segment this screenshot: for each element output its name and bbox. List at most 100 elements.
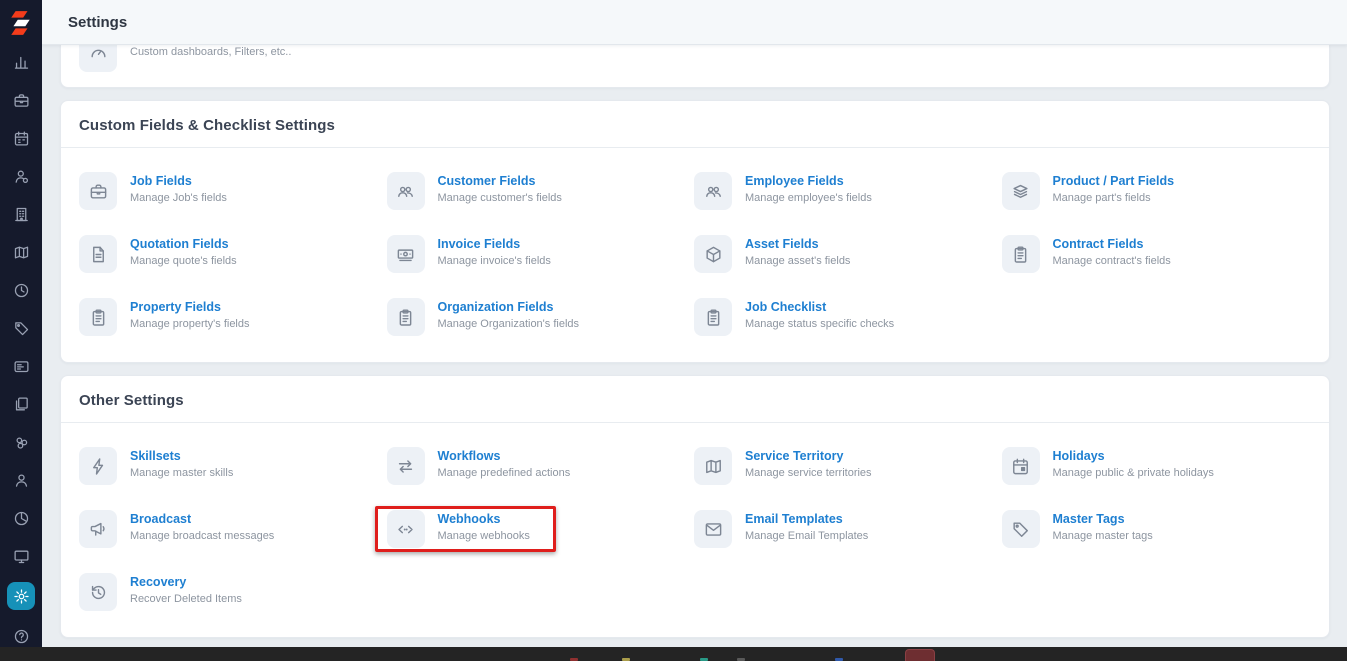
- sidebar-item-invoice-card[interactable]: [9, 354, 33, 378]
- divider: [61, 422, 1329, 423]
- settings-item-contract-fields[interactable]: Contract Fields Manage contract's fields: [1001, 235, 1310, 273]
- item-title-link[interactable]: Holidays: [1053, 447, 1214, 463]
- item-subtitle: Manage status specific checks: [745, 318, 895, 330]
- item-title-link[interactable]: Job Checklist: [745, 298, 894, 314]
- custom-fields-section-card: Custom Fields & Checklist Settings Job F…: [60, 100, 1330, 363]
- item-title-link[interactable]: Webhooks: [438, 510, 530, 526]
- settings-item-email-templates[interactable]: Email Templates Manage Email Templates: [694, 510, 1002, 548]
- sidebar-item-calendar[interactable]: [9, 126, 33, 150]
- sidebar-item-documents[interactable]: [9, 392, 33, 416]
- sidebar-item-tag[interactable]: [9, 316, 33, 340]
- settings-item-webhooks[interactable]: Webhooks Manage webhooks: [374, 506, 695, 552]
- map-icon: [13, 244, 30, 261]
- item-title-link[interactable]: Master Tags: [1053, 510, 1153, 526]
- invoice-card-icon: [13, 358, 30, 375]
- megaphone-icon: [79, 510, 117, 548]
- sidebar-item-clock[interactable]: [9, 278, 33, 302]
- page-title: Settings: [68, 13, 128, 31]
- app-logo[interactable]: [0, 0, 42, 46]
- item-text: Recovery Recover Deleted Items: [130, 573, 242, 605]
- header: Settings: [42, 0, 1347, 45]
- sidebar-item-help[interactable]: [9, 624, 33, 648]
- item-title-link[interactable]: Customer Fields: [438, 172, 562, 188]
- clipboard-icon: [386, 298, 425, 336]
- item-subtitle: Manage customer's fields: [437, 192, 562, 204]
- sidebar-item-timer[interactable]: [9, 506, 33, 530]
- layers-icon: [1001, 172, 1040, 210]
- item-subtitle: Manage webhooks: [437, 530, 530, 542]
- item-subtitle: Manage Email Templates: [745, 530, 869, 542]
- customer-icon: [13, 168, 30, 185]
- item-title-link[interactable]: Invoice Fields: [438, 235, 551, 251]
- settings-content[interactable]: Custom dashboards, Filters, etc.. Custom…: [42, 45, 1347, 647]
- item-text: Holidays Manage public & private holiday…: [1053, 447, 1214, 479]
- item-title-link[interactable]: Contract Fields: [1053, 235, 1171, 251]
- sidebar-item-building[interactable]: [9, 202, 33, 226]
- item-title-link[interactable]: Quotation Fields: [130, 235, 237, 251]
- settings-item-job-fields[interactable]: Job Fields Manage Job's fields: [79, 172, 387, 210]
- calendar-icon: [13, 130, 30, 147]
- settings-item-skillsets[interactable]: Skillsets Manage master skills: [79, 447, 387, 485]
- settings-item-quotation-fields[interactable]: Quotation Fields Manage quote's fields: [79, 235, 387, 273]
- monitor-icon: [13, 548, 30, 565]
- sidebar-item-monitor[interactable]: [9, 544, 33, 568]
- os-taskbar[interactable]: [0, 647, 1347, 661]
- item-title-link[interactable]: Employee Fields: [745, 172, 872, 188]
- item-title-link[interactable]: Asset Fields: [745, 235, 850, 251]
- settings-item-holidays[interactable]: Holidays Manage public & private holiday…: [1001, 447, 1310, 485]
- settings-item-asset-fields[interactable]: Asset Fields Manage asset's fields: [694, 235, 1002, 273]
- item-title-link[interactable]: Email Templates: [745, 510, 868, 526]
- settings-item-invoice-fields[interactable]: Invoice Fields Manage invoice's fields: [386, 235, 695, 273]
- item-title-link[interactable]: Property Fields: [130, 298, 250, 314]
- sidebar-item-user[interactable]: [9, 468, 33, 492]
- item-title-link[interactable]: Job Fields: [130, 172, 227, 188]
- sidebar-item-customer[interactable]: [9, 164, 33, 188]
- sidebar-item-parts[interactable]: [9, 430, 33, 454]
- settings-item-product-part-fields[interactable]: Product / Part Fields Manage part's fiel…: [1001, 172, 1310, 210]
- item-title-link[interactable]: Broadcast: [130, 510, 274, 526]
- section-title: Other Settings: [79, 392, 184, 409]
- clock-icon: [13, 282, 30, 299]
- sidebar-item-map[interactable]: [9, 240, 33, 264]
- timer-icon: [13, 510, 30, 527]
- tag-icon: [1001, 510, 1040, 548]
- settings-item-employee-fields[interactable]: Employee Fields Manage employee's fields: [694, 172, 1002, 210]
- item-title-link[interactable]: Product / Part Fields: [1053, 172, 1175, 188]
- settings-item-dashboards[interactable]: Custom dashboards, Filters, etc..: [61, 45, 1329, 72]
- sidebar-item-bar-chart[interactable]: [9, 50, 33, 74]
- settings-item-property-fields[interactable]: Property Fields Manage property's fields: [79, 298, 387, 336]
- sidebar-item-gear[interactable]: [7, 582, 35, 610]
- briefcase-icon: [13, 92, 30, 109]
- settings-item-broadcast[interactable]: Broadcast Manage broadcast messages: [79, 510, 387, 548]
- settings-item-master-tags[interactable]: Master Tags Manage master tags: [1001, 510, 1310, 548]
- other-settings-section-card: Other Settings Skillsets Manage master s…: [60, 375, 1330, 638]
- clipboard-icon: [1001, 235, 1040, 273]
- item-text: Workflows Manage predefined actions: [438, 447, 571, 479]
- item-subtitle: Manage predefined actions: [437, 467, 571, 479]
- user-icon: [13, 472, 30, 489]
- sidebar-item-briefcase[interactable]: [9, 88, 33, 112]
- settings-item-service-territory[interactable]: Service Territory Manage service territo…: [694, 447, 1002, 485]
- item-title-link[interactable]: Organization Fields: [438, 298, 580, 314]
- item-subtitle: Manage contract's fields: [1052, 255, 1171, 267]
- settings-item-organization-fields[interactable]: Organization Fields Manage Organization'…: [386, 298, 695, 336]
- settings-item-workflows[interactable]: Workflows Manage predefined actions: [386, 447, 695, 485]
- item-subtitle: Manage master tags: [1052, 530, 1153, 542]
- item-subtitle: Manage Organization's fields: [437, 318, 580, 330]
- item-title-link[interactable]: Service Territory: [745, 447, 872, 463]
- item-text: Product / Part Fields Manage part's fiel…: [1053, 172, 1175, 204]
- item-title-link[interactable]: Recovery: [130, 573, 242, 589]
- settings-item-recovery[interactable]: Recovery Recover Deleted Items: [79, 573, 387, 611]
- item-text: Skillsets Manage master skills: [130, 447, 233, 479]
- taskbar-highlighted-app[interactable]: [905, 649, 935, 661]
- item-text: Contract Fields Manage contract's fields: [1053, 235, 1171, 267]
- settings-item-customer-fields[interactable]: Customer Fields Manage customer's fields: [386, 172, 695, 210]
- item-text: Employee Fields Manage employee's fields: [745, 172, 872, 204]
- item-title-link[interactable]: Workflows: [438, 447, 571, 463]
- clipboard-icon: [694, 298, 732, 336]
- item-title-link[interactable]: Skillsets: [130, 447, 233, 463]
- clipboard-icon: [79, 298, 117, 336]
- users-icon: [386, 172, 425, 210]
- bolt-icon: [79, 447, 117, 485]
- settings-item-job-checklist[interactable]: Job Checklist Manage status specific che…: [694, 298, 1002, 336]
